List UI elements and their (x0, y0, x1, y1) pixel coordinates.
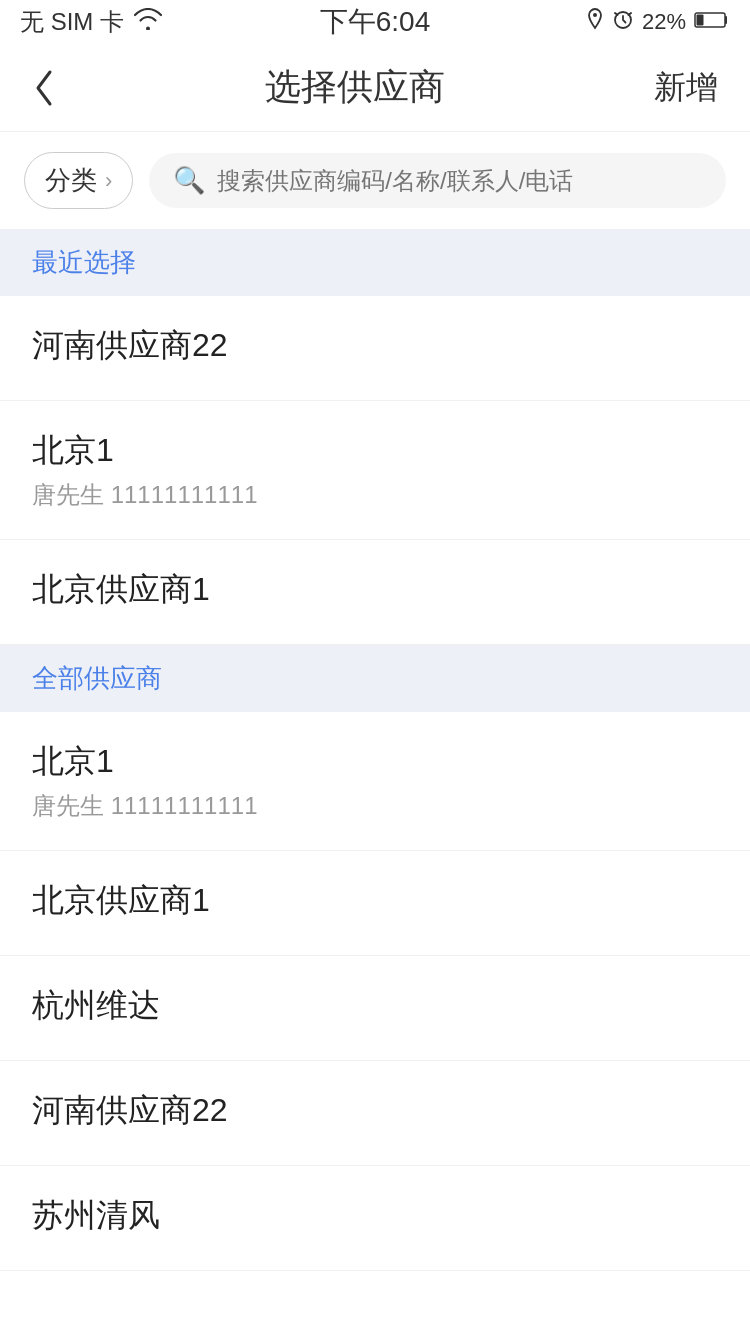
item-name: 北京1 (32, 740, 718, 784)
list-item[interactable]: 北京1 唐先生 11111111111 (0, 401, 750, 540)
search-icon: 🔍 (173, 165, 205, 196)
battery-icon (694, 9, 730, 35)
chevron-right-icon: › (105, 168, 112, 194)
item-sub: 唐先生 11111111111 (32, 479, 718, 511)
alarm-icon (612, 8, 634, 36)
all-items-list: 北京1 唐先生 11111111111 北京供应商1 杭州维达河南供应商22 苏州清风 (0, 712, 750, 1271)
recent-section-header: 最近选择 (0, 229, 750, 296)
all-section-header: 全部供应商 (0, 645, 750, 712)
item-sub: 唐先生 11111111111 (32, 790, 718, 822)
category-button[interactable]: 分类 › (24, 152, 133, 209)
status-bar: 无 SIM 卡 下午6:04 22% (0, 0, 750, 44)
recent-items-list: 河南供应商22 北京1 唐先生 11111111111 北京供应商1 (0, 296, 750, 645)
svg-rect-3 (697, 15, 704, 26)
item-name: 北京供应商1 (32, 568, 718, 612)
list-item[interactable]: 北京供应商1 (0, 540, 750, 645)
list-item[interactable]: 苏州清风 (0, 1166, 750, 1271)
item-name: 河南供应商22 (32, 324, 718, 368)
item-name: 北京1 (32, 429, 718, 473)
list-item[interactable]: 河南供应商22 (0, 1061, 750, 1166)
list-item[interactable]: 河南供应商22 (0, 296, 750, 401)
status-left: 无 SIM 卡 (20, 6, 162, 38)
status-right: 22% (586, 8, 730, 36)
wifi-icon (134, 8, 162, 36)
list-item[interactable]: 北京供应商1 (0, 851, 750, 956)
page-title: 选择供应商 (265, 63, 445, 112)
list-item[interactable]: 北京1 唐先生 11111111111 (0, 712, 750, 851)
item-name: 杭州维达 (32, 984, 718, 1028)
back-button[interactable] (32, 68, 56, 108)
carrier-text: 无 SIM 卡 (20, 6, 124, 38)
location-icon (586, 8, 604, 36)
search-input[interactable] (217, 167, 702, 195)
list-item[interactable]: 杭州维达 (0, 956, 750, 1061)
add-button[interactable]: 新增 (654, 66, 718, 110)
category-label: 分类 (45, 163, 97, 198)
search-box[interactable]: 🔍 (149, 153, 726, 208)
item-name: 苏州清风 (32, 1194, 718, 1238)
item-name: 河南供应商22 (32, 1089, 718, 1133)
item-name: 北京供应商1 (32, 879, 718, 923)
svg-point-0 (593, 13, 597, 17)
battery-text: 22% (642, 9, 686, 35)
nav-bar: 选择供应商 新增 (0, 44, 750, 132)
filter-bar: 分类 › 🔍 (0, 132, 750, 229)
all-section-label: 全部供应商 (32, 663, 162, 693)
recent-section-label: 最近选择 (32, 247, 136, 277)
status-time: 下午6:04 (320, 3, 431, 41)
